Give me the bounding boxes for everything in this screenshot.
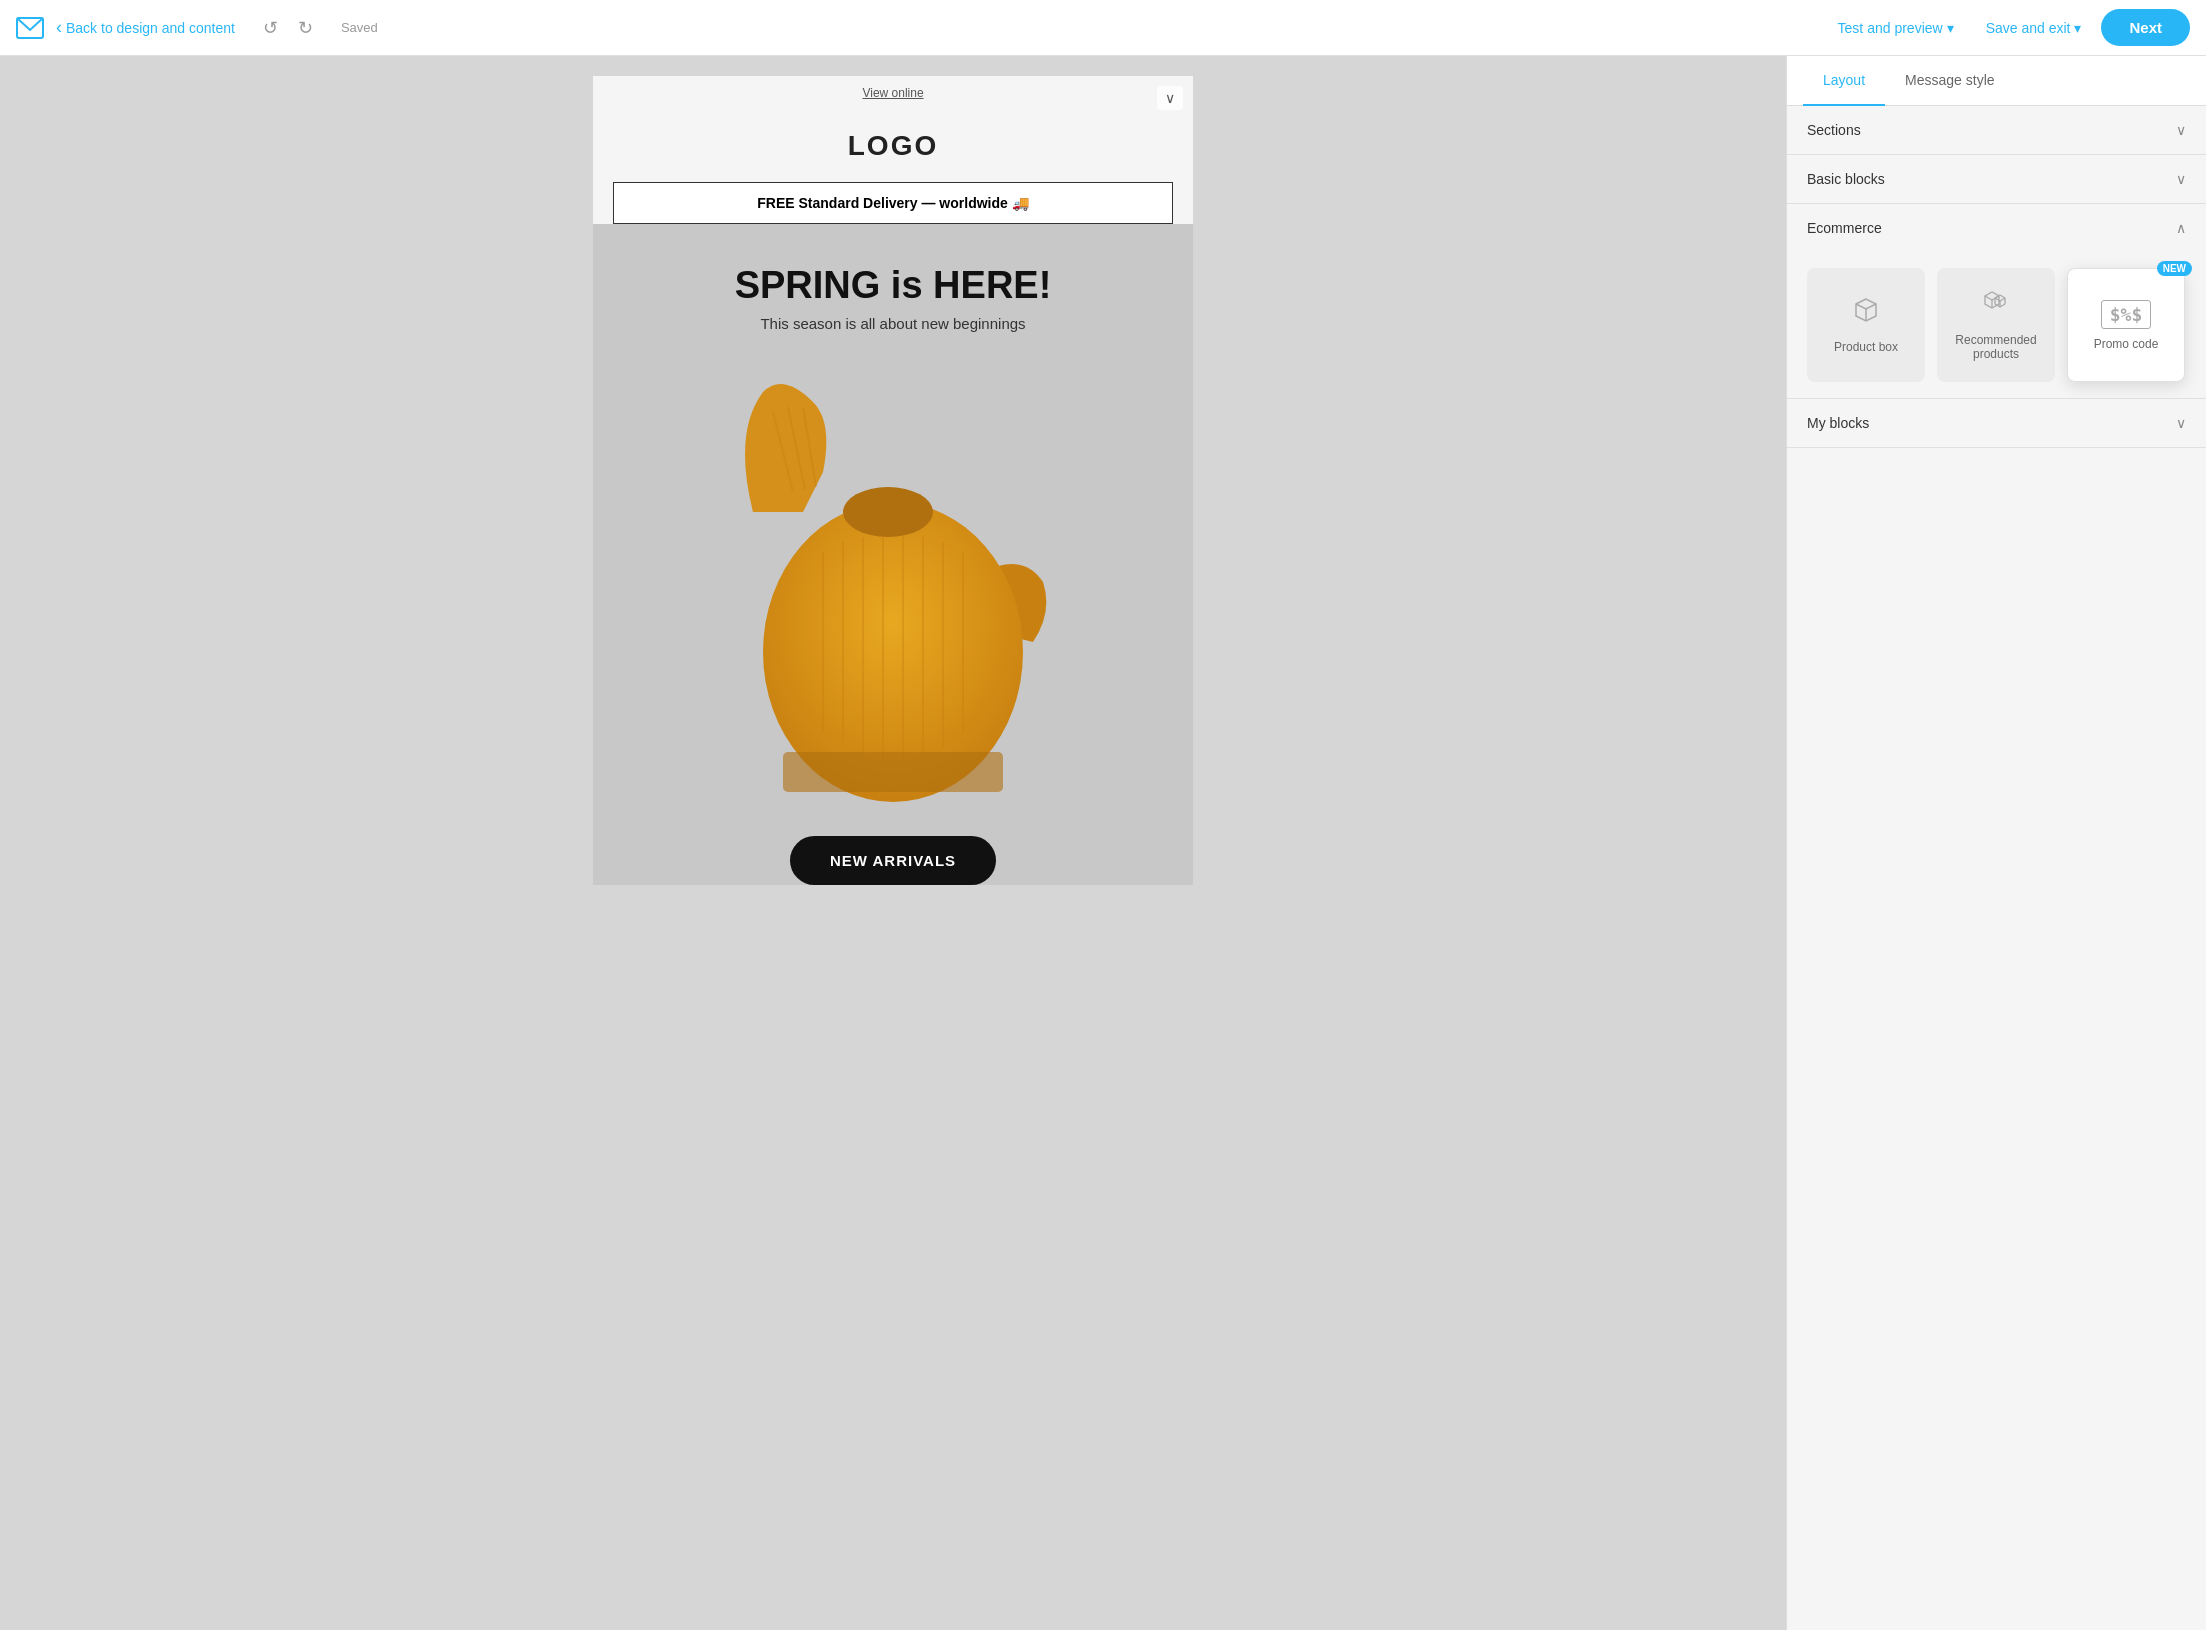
topbar-right: Test and preview ▾ Save and exit ▾ Next (1826, 9, 2190, 46)
redo-button[interactable]: ↻ (290, 13, 321, 43)
right-sidebar: Layout Message style Sections ∨ Basic bl… (1786, 56, 2206, 1630)
svg-point-2 (843, 487, 933, 537)
view-online-bar: View online (593, 76, 1193, 110)
topbar: Back to design and content ↺ ↻ Saved Tes… (0, 0, 2206, 56)
my-blocks-title: My blocks (1807, 415, 1869, 431)
sidebar-tabs: Layout Message style (1787, 56, 2206, 106)
svg-rect-11 (783, 752, 1003, 792)
product-box-label: Product box (1834, 340, 1898, 354)
hero-cta-button[interactable]: NEW ARRIVALS (790, 836, 996, 885)
test-preview-button[interactable]: Test and preview ▾ (1826, 12, 1966, 44)
ecommerce-title: Ecommerce (1807, 220, 1882, 236)
email-hero-block: SPRING is HERE! This season is all about… (593, 224, 1193, 885)
view-online-link[interactable]: View online (862, 86, 923, 100)
tab-layout[interactable]: Layout (1803, 56, 1885, 106)
main-area: ∨ View online LOGO FREE Standard Deliver… (0, 56, 2206, 1630)
email-banner: FREE Standard Delivery — worldwide 🚚 (613, 182, 1173, 224)
sweater-image (723, 352, 1063, 812)
my-blocks-header[interactable]: My blocks ∨ (1787, 399, 2206, 447)
basic-blocks-title: Basic blocks (1807, 171, 1885, 187)
undo-button[interactable]: ↺ (255, 13, 286, 43)
sections-title: Sections (1807, 122, 1861, 138)
my-blocks-chevron: ∨ (2176, 415, 2186, 431)
ecommerce-section: Ecommerce ∧ Product box (1787, 204, 2206, 399)
saved-status: Saved (341, 20, 378, 35)
undo-redo-group: ↺ ↻ (255, 13, 321, 43)
canvas-collapse-button[interactable]: ∨ (1157, 86, 1183, 110)
tab-message-style[interactable]: Message style (1885, 56, 2014, 106)
product-box-icon (1852, 296, 1880, 330)
topbar-left: Back to design and content ↺ ↻ Saved (16, 13, 1826, 43)
ecommerce-header[interactable]: Ecommerce ∧ (1787, 204, 2206, 252)
ecommerce-content: Product box (1787, 252, 2206, 398)
recommended-products-block[interactable]: Recommended products (1937, 268, 2055, 382)
next-button[interactable]: Next (2101, 9, 2190, 46)
sections-section: Sections ∨ (1787, 106, 2206, 155)
save-exit-button[interactable]: Save and exit ▾ (1974, 12, 2094, 44)
recommended-products-icon (1982, 289, 2010, 323)
recommended-products-label: Recommended products (1954, 333, 2038, 361)
promo-code-block[interactable]: NEW $%$ Promo code (2067, 268, 2185, 382)
sections-header[interactable]: Sections ∨ (1787, 106, 2206, 154)
mail-icon (16, 17, 44, 39)
promo-code-label: Promo code (2094, 337, 2159, 351)
email-logo: LOGO (593, 110, 1193, 182)
blocks-grid: Product box (1807, 268, 2186, 382)
basic-blocks-chevron: ∨ (2176, 171, 2186, 187)
email-canvas: View online LOGO FREE Standard Delivery … (593, 76, 1193, 885)
promo-code-icon: $%$ (2101, 299, 2152, 327)
hero-title: SPRING is HERE! (735, 264, 1052, 307)
basic-blocks-header[interactable]: Basic blocks ∨ (1787, 155, 2206, 203)
new-badge: NEW (2157, 261, 2192, 276)
canvas-wrapper: ∨ View online LOGO FREE Standard Deliver… (593, 76, 1193, 1610)
basic-blocks-section: Basic blocks ∨ (1787, 155, 2206, 204)
sections-chevron: ∨ (2176, 122, 2186, 138)
back-to-design-link[interactable]: Back to design and content (56, 17, 235, 38)
ecommerce-chevron: ∧ (2176, 220, 2186, 236)
my-blocks-section: My blocks ∨ (1787, 399, 2206, 448)
product-box-block[interactable]: Product box (1807, 268, 1925, 382)
hero-subtitle: This season is all about new beginnings (760, 315, 1025, 332)
canvas-area: ∨ View online LOGO FREE Standard Deliver… (0, 56, 1786, 1630)
